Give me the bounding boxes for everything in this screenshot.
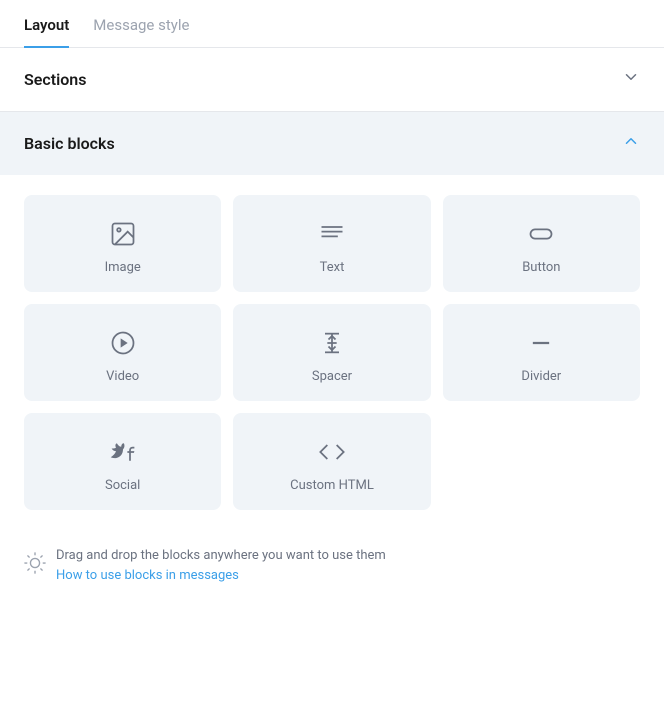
text-icon	[316, 218, 348, 250]
block-custom-html[interactable]: Custom HTML	[233, 413, 430, 510]
sections-row[interactable]: Sections	[0, 48, 664, 112]
hint-description: Drag and drop the blocks anywhere you wa…	[56, 548, 386, 563]
chevron-up-icon	[622, 132, 640, 155]
block-button-label: Button	[522, 260, 560, 275]
block-button[interactable]: Button	[443, 195, 640, 292]
block-text-label: Text	[320, 260, 345, 275]
spacer-icon	[316, 327, 348, 359]
video-icon	[107, 327, 139, 359]
block-video[interactable]: Video	[24, 304, 221, 401]
block-divider[interactable]: Divider	[443, 304, 640, 401]
hint-link[interactable]: How to use blocks in messages	[56, 568, 239, 583]
hint-text-container: Drag and drop the blocks anywhere you wa…	[56, 546, 386, 585]
custom-html-icon	[316, 436, 348, 468]
social-icon	[107, 436, 139, 468]
block-spacer-label: Spacer	[312, 369, 352, 384]
block-spacer[interactable]: Spacer	[233, 304, 430, 401]
chevron-down-icon	[622, 68, 640, 91]
sections-label: Sections	[24, 70, 86, 89]
block-image[interactable]: Image	[24, 195, 221, 292]
block-image-label: Image	[105, 260, 141, 275]
divider-icon	[525, 327, 557, 359]
lightbulb-icon	[24, 552, 46, 579]
blocks-grid: Image Text Button Video	[0, 175, 664, 530]
tab-layout[interactable]: Layout	[24, 0, 69, 48]
header-tabs: Layout Message style	[0, 0, 664, 48]
block-social[interactable]: Social	[24, 413, 221, 510]
block-custom-html-label: Custom HTML	[290, 478, 374, 493]
footer-hint: Drag and drop the blocks anywhere you wa…	[0, 530, 664, 609]
image-icon	[107, 218, 139, 250]
block-divider-label: Divider	[521, 369, 561, 384]
basic-blocks-label: Basic blocks	[24, 134, 115, 153]
basic-blocks-row[interactable]: Basic blocks	[0, 112, 664, 175]
block-video-label: Video	[106, 369, 139, 384]
block-social-label: Social	[105, 478, 140, 493]
button-icon	[525, 218, 557, 250]
tab-message-style[interactable]: Message style	[93, 0, 189, 48]
block-text[interactable]: Text	[233, 195, 430, 292]
